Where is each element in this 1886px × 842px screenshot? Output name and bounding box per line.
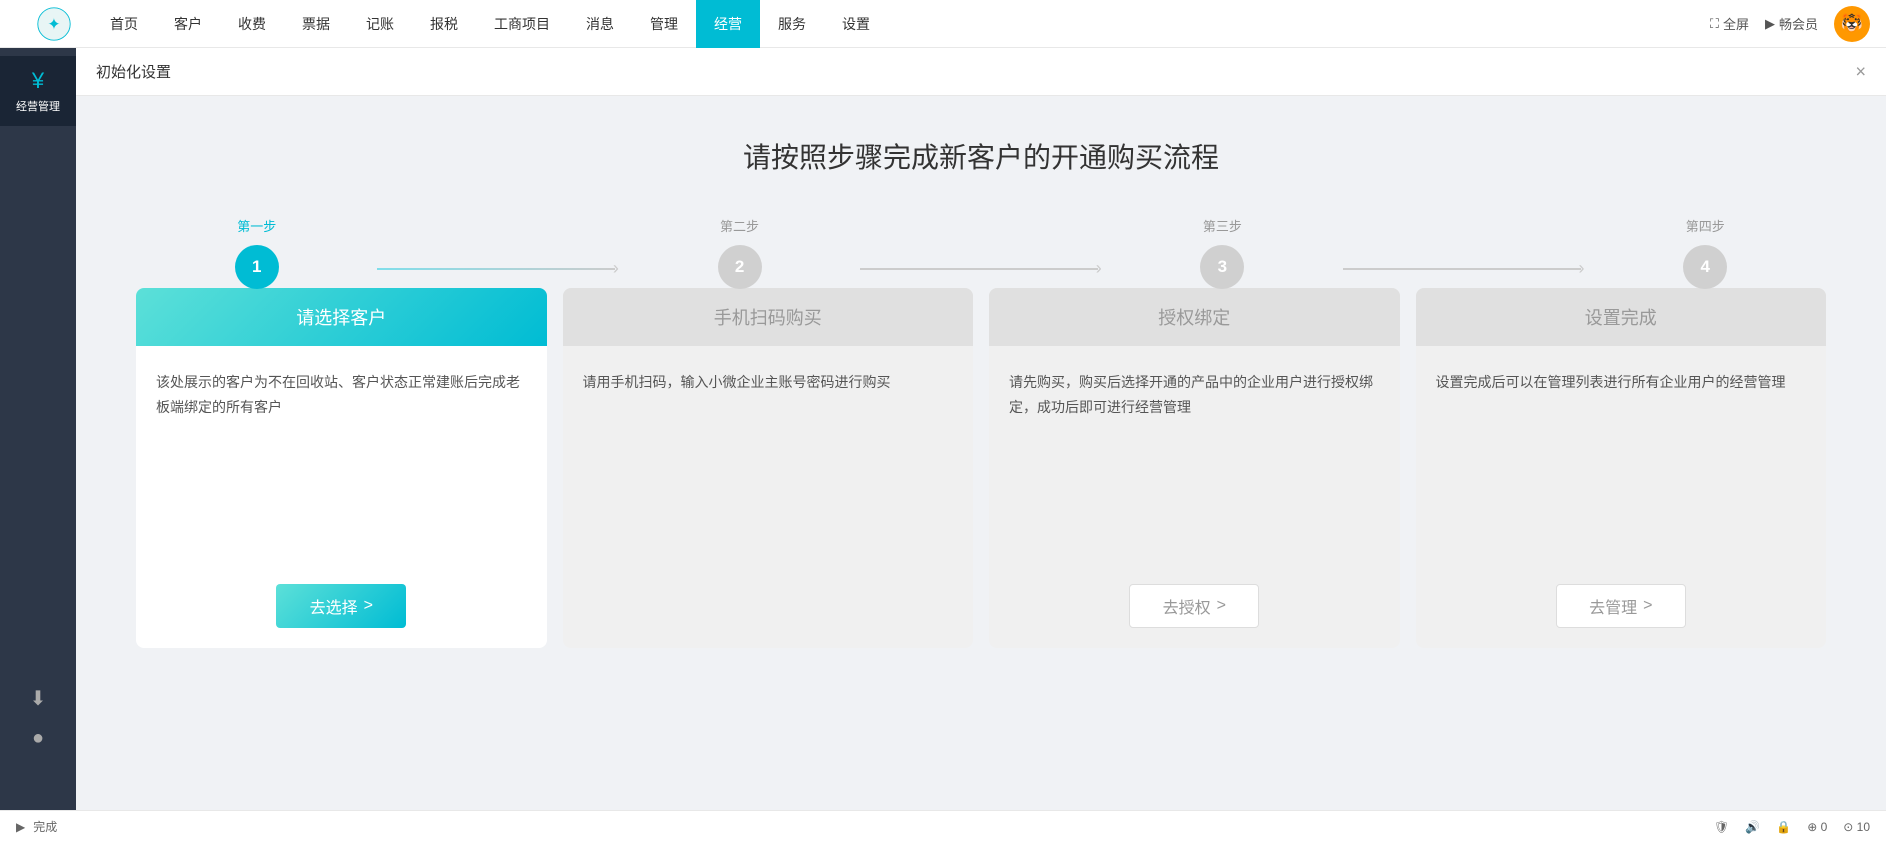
step3-card-body: 请先购买，购买后选择开通的产品中的企业用户进行授权绑定，成功后即可进行经营管理	[989, 346, 1400, 564]
step3-label: 第三步	[1203, 216, 1242, 235]
step2-card: 手机扫码购买 请用手机扫码，输入小微企业主账号密码进行购买	[563, 288, 974, 648]
page-main-title: 请按照步骤完成新客户的开通购买流程	[136, 136, 1826, 176]
status-bar-right: 🛡 🔊 🔒 ⊕ 0 ⊙ 10	[1714, 820, 1870, 834]
step1-btn-arrow: >	[364, 597, 373, 615]
avatar-icon: 🐯	[1841, 13, 1863, 34]
status-counter1: ⊕ 0	[1807, 820, 1827, 834]
step4-card-body: 设置完成后可以在管理列表进行所有企业用户的经营管理	[1416, 346, 1827, 564]
step1-card-body: 该处展示的客户为不在回收站、客户状态正常建账后完成老板端绑定的所有客户	[136, 346, 547, 564]
step4-card-header: 设置完成	[1416, 288, 1827, 346]
top-navigation: ✦ 首页 客户 收费 票据 记账 报税 工商项目 消息 管理 经营 服务 设置 …	[0, 0, 1886, 48]
logo[interactable]: ✦	[16, 6, 92, 42]
nav-manage[interactable]: 管理	[632, 0, 696, 48]
status-bar: ▶ 完成 🛡 🔊 🔒 ⊕ 0 ⊙ 10	[0, 810, 1886, 842]
steps-wrapper: 第一步 1 › 第二步 2 ›	[136, 216, 1826, 648]
status-shield-icon: 🛡	[1714, 820, 1729, 834]
step3-card-footer: 去授权 >	[989, 564, 1400, 648]
step4-label: 第四步	[1686, 216, 1725, 235]
nav-business[interactable]: 工商项目	[476, 0, 568, 48]
vip-btn[interactable]: ▶ 畅会员	[1765, 14, 1818, 33]
step1-card-footer: 去选择 >	[136, 564, 547, 648]
play-icon: ▶	[1765, 16, 1775, 32]
step3-card: 授权绑定 请先购买，购买后选择开通的产品中的企业用户进行授权绑定，成功后即可进行…	[989, 288, 1400, 648]
nav-items: 首页 客户 收费 票据 记账 报税 工商项目 消息 管理 经营 服务 设置	[92, 0, 1710, 48]
nav-message[interactable]: 消息	[568, 0, 632, 48]
nav-home[interactable]: 首页	[92, 0, 156, 48]
nav-bookkeeping[interactable]: 记账	[348, 0, 412, 48]
status-volume-icon: 🔊	[1745, 820, 1760, 834]
status-play-icon: ▶	[16, 820, 25, 834]
page-content: 请按照步骤完成新客户的开通购买流程 第一步 1 ›	[76, 96, 1886, 810]
step4-btn-label: 去管理	[1589, 594, 1637, 618]
step4-card: 设置完成 设置完成后可以在管理列表进行所有企业用户的经营管理 去管理 >	[1416, 288, 1827, 648]
step2-card-body: 请用手机扫码，输入小微企业主账号密码进行购买	[563, 346, 974, 578]
close-button[interactable]: ×	[1855, 61, 1866, 82]
status-lock-icon: 🔒	[1776, 820, 1791, 834]
step3-btn-arrow: >	[1217, 597, 1226, 615]
nav-fee[interactable]: 收费	[220, 0, 284, 48]
sidebar-support-icon[interactable]: ●	[32, 727, 44, 750]
step3-circle: 3	[1200, 245, 1244, 289]
fullscreen-icon: ⛶	[1710, 16, 1719, 32]
nav-operation[interactable]: 经营	[696, 0, 760, 48]
nav-customer[interactable]: 客户	[156, 0, 220, 48]
sidebar-operation-management[interactable]: ¥ 经营管理	[0, 56, 76, 126]
nav-settings[interactable]: 设置	[824, 0, 888, 48]
sidebar-download-icon[interactable]: ⬇	[30, 686, 47, 711]
step3-btn-label: 去授权	[1163, 594, 1211, 618]
nav-tax[interactable]: 报税	[412, 0, 476, 48]
svg-text:✦: ✦	[47, 15, 61, 33]
step2-card-footer	[563, 578, 974, 648]
sidebar-main-label: 经营管理	[16, 98, 60, 114]
step3-action-button[interactable]: 去授权 >	[1129, 584, 1259, 628]
step4-btn-arrow: >	[1643, 597, 1652, 615]
step4-circle: 4	[1683, 245, 1727, 289]
step2-circle: 2	[718, 245, 762, 289]
fullscreen-btn[interactable]: ⛶ 全屏	[1710, 14, 1749, 33]
panel-title: 初始化设置	[96, 61, 171, 82]
sidebar-bottom: ⬇ ●	[0, 686, 76, 810]
sidebar: ¥ 经营管理 ⬇ ●	[0, 48, 76, 810]
step1-label: 第一步	[237, 216, 276, 235]
nav-right: ⛶ 全屏 ▶ 畅会员 🐯	[1710, 6, 1870, 42]
status-counter2: ⊙ 10	[1843, 820, 1870, 834]
panel-header: 初始化设置 ×	[76, 48, 1886, 96]
status-label: 完成	[33, 818, 57, 835]
cards-row: 请选择客户 该处展示的客户为不在回收站、客户状态正常建账后完成老板端绑定的所有客…	[136, 288, 1826, 648]
step4-card-footer: 去管理 >	[1416, 564, 1827, 648]
step1-card: 请选择客户 该处展示的客户为不在回收站、客户状态正常建账后完成老板端绑定的所有客…	[136, 288, 547, 648]
main-container: ¥ 经营管理 ⬇ ● 初始化设置 × 请按照步骤完成新客户的开通购买流程 第一步	[0, 48, 1886, 810]
step2-label: 第二步	[720, 216, 759, 235]
nav-service[interactable]: 服务	[760, 0, 824, 48]
avatar[interactable]: 🐯	[1834, 6, 1870, 42]
fullscreen-label: 全屏	[1723, 14, 1749, 33]
step2-card-header: 手机扫码购买	[563, 288, 974, 346]
sidebar-yuan-icon: ¥	[32, 68, 44, 94]
step4-action-button[interactable]: 去管理 >	[1556, 584, 1686, 628]
step1-action-button[interactable]: 去选择 >	[276, 584, 406, 628]
vip-label: 畅会员	[1779, 14, 1818, 33]
nav-invoice[interactable]: 票据	[284, 0, 348, 48]
step1-circle: 1	[235, 245, 279, 289]
step1-card-header: 请选择客户	[136, 288, 547, 346]
step1-btn-label: 去选择	[310, 594, 358, 618]
content-panel: 初始化设置 × 请按照步骤完成新客户的开通购买流程 第一步 1 ›	[76, 48, 1886, 810]
step3-card-header: 授权绑定	[989, 288, 1400, 346]
